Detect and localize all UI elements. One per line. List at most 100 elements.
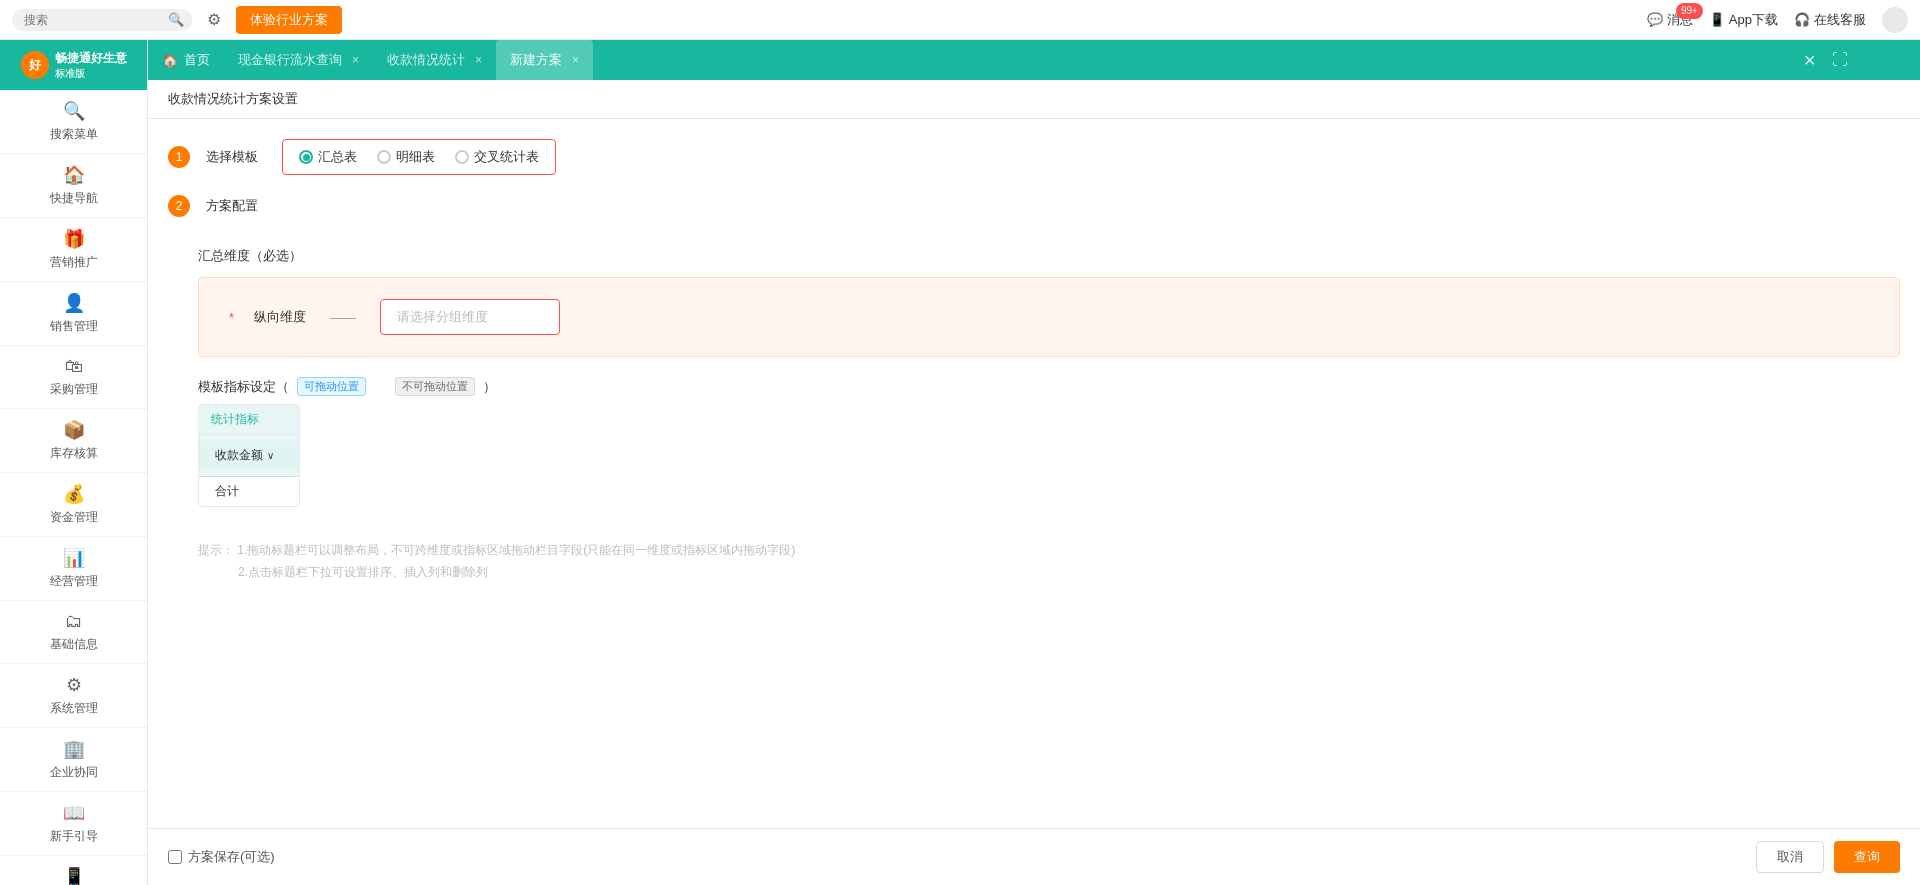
tab-home[interactable]: 🏠 首页 <box>148 40 224 80</box>
non-draggable-badge: 不可拖动位置 <box>395 377 475 396</box>
sidebar-item-label-operations: 经营管理 <box>50 573 98 590</box>
enterprise-collab-icon: 🏢 <box>63 738 85 760</box>
logo-text: 畅捷通好生意 <box>55 50 127 67</box>
chevron-down-icon: ∨ <box>267 450 274 461</box>
quick-nav-icon: 🏠 <box>63 164 85 186</box>
tab-collection-stat[interactable]: 收款情况统计 × <box>373 40 496 80</box>
step2-header-row: 2 方案配置 <box>168 195 1900 217</box>
notification-item[interactable]: 💬 消息 99+ <box>1647 11 1693 29</box>
tab-close-all-btn[interactable]: ✕ <box>1799 47 1820 74</box>
sidebar-item-label-system: 系统管理 <box>50 700 98 717</box>
sidebar-item-label-enterprise-collab: 企业协同 <box>50 764 98 781</box>
footer-save-section: 方案保存(可选) <box>168 848 275 866</box>
sidebar-item-quick-nav[interactable]: 🏠 快捷导航 <box>0 154 147 218</box>
sidebar-item-purchase[interactable]: 🛍 采购管理 <box>0 346 147 409</box>
query-button[interactable]: 查询 <box>1834 841 1900 873</box>
dimension-section-title: 汇总维度（必选） <box>198 247 1900 265</box>
sidebar-item-label-basic-info: 基础信息 <box>50 636 98 653</box>
radio-cross-circle <box>455 150 469 164</box>
download-label: App下载 <box>1729 11 1778 29</box>
save-checkbox[interactable] <box>168 850 182 864</box>
operations-icon: 📊 <box>63 547 85 569</box>
trial-btn[interactable]: 体验行业方案 <box>236 6 342 34</box>
content-area: 收款情况统计方案设置 1 选择模板 汇总表 <box>148 80 1920 885</box>
sidebar-item-label-quick-nav: 快捷导航 <box>50 190 98 207</box>
metrics-title: 模板指标设定（ <box>198 378 289 396</box>
dimension-input-box[interactable]: 请选择分组维度 <box>380 299 560 335</box>
dimension-label: 纵向维度 <box>254 308 306 326</box>
sidebar-item-enterprise-collab[interactable]: 🏢 企业协同 <box>0 728 147 792</box>
app-layout: 好 畅捷通好生意 标准版 🔍 搜索菜单 🏠 快捷导航 🎁 营销推广 👤 销售管理… <box>0 40 1920 885</box>
cancel-button[interactable]: 取消 <box>1756 841 1824 873</box>
search-input[interactable] <box>24 13 162 27</box>
metrics-col-item-amount[interactable]: 收款金额 ∨ <box>199 441 299 470</box>
template-select-box: 汇总表 明细表 交叉统计表 <box>282 139 556 175</box>
tab-expand-btn[interactable]: ⛶ <box>1828 47 1852 74</box>
download-item[interactable]: 📱 App下载 <box>1709 11 1778 29</box>
step1-label: 选择模板 <box>206 148 258 166</box>
tab-bank-flow-close[interactable]: × <box>352 53 359 67</box>
sidebar-item-sales[interactable]: 👤 销售管理 <box>0 282 147 346</box>
tab-new-plan-close[interactable]: × <box>572 53 579 67</box>
user-avatar <box>1882 7 1908 33</box>
tab-home-label: 首页 <box>184 51 210 69</box>
tab-collection-stat-label: 收款情况统计 <box>387 51 465 69</box>
metrics-group-header: 统计指标 <box>199 405 299 435</box>
purchase-icon: 🛍 <box>65 356 83 377</box>
metrics-title-suffix: ） <box>483 378 496 396</box>
sidebar-item-basic-info[interactable]: 🗂 基础信息 <box>0 601 147 664</box>
marketing-icon: 🎁 <box>63 228 85 250</box>
dimension-box: * 纵向维度 —— 请选择分组维度 <box>198 277 1900 357</box>
metrics-col-header: 收款金额 ∨ <box>199 435 299 477</box>
radio-summary-label: 汇总表 <box>318 148 357 166</box>
radio-summary[interactable]: 汇总表 <box>299 148 357 166</box>
metrics-table-area: 统计指标 收款金额 ∨ 合计 <box>198 404 300 507</box>
notification-icon: 💬 <box>1647 12 1663 27</box>
save-checkbox-label: 方案保存(可选) <box>188 848 275 866</box>
user-item[interactable] <box>1882 7 1908 33</box>
dimension-placeholder: 请选择分组维度 <box>397 309 488 324</box>
sidebar-item-search-menu[interactable]: 🔍 搜索菜单 <box>0 90 147 154</box>
search-box[interactable]: 🔍 <box>12 9 192 31</box>
radio-detail-label: 明细表 <box>396 148 435 166</box>
logo-sub: 标准版 <box>55 67 127 81</box>
step2-inner: 汇总维度（必选） * 纵向维度 —— 请选择分组维度 <box>168 237 1900 603</box>
topbar-right: 💬 消息 99+ 📱 App下载 🎧 在线客服 <box>1647 7 1908 33</box>
sidebar-item-finance[interactable]: 💰 资金管理 <box>0 473 147 537</box>
sidebar-item-smart-hardware[interactable]: 📱 智能硬件 <box>0 856 147 885</box>
sidebar-item-label-sales: 销售管理 <box>50 318 98 335</box>
sidebar-item-marketing[interactable]: 🎁 营销推广 <box>0 218 147 282</box>
sidebar-item-newbie-guide[interactable]: 📖 新手引导 <box>0 792 147 856</box>
notification-badge: 99+ <box>1676 3 1703 19</box>
hint-text-1: 提示： 1.拖动标题栏可以调整布局，不可跨维度或指标区域拖动栏目字段(只能在同一… <box>198 540 1900 562</box>
radio-cross-label: 交叉统计表 <box>474 148 539 166</box>
sales-icon: 👤 <box>63 292 85 314</box>
logo-icon: 好 <box>21 51 49 79</box>
sidebar-item-label-search-menu: 搜索菜单 <box>50 126 98 143</box>
metrics-data-cell-total: 合计 <box>199 477 299 506</box>
system-icon: ⚙ <box>66 674 82 696</box>
gear-button[interactable]: ⚙ <box>200 6 228 34</box>
sidebar-item-operations[interactable]: 📊 经营管理 <box>0 537 147 601</box>
sidebar-logo: 好 畅捷通好生意 标准版 <box>0 40 147 90</box>
metrics-section: 模板指标设定（ 可拖动位置 不可拖动位置 ） 统计指标 <box>198 377 1900 510</box>
service-item[interactable]: 🎧 在线客服 <box>1794 11 1866 29</box>
search-menu-icon: 🔍 <box>63 100 85 122</box>
logo-text-wrap: 畅捷通好生意 标准版 <box>55 50 127 81</box>
tab-new-plan-label: 新建方案 <box>510 51 562 69</box>
sidebar-item-inventory[interactable]: 📦 库存核算 <box>0 409 147 473</box>
metrics-data-row: 合计 <box>199 477 299 506</box>
radio-detail[interactable]: 明细表 <box>377 148 435 166</box>
home-icon: 🏠 <box>162 53 178 68</box>
metrics-col-amount-label: 收款金额 <box>215 447 263 464</box>
sidebar-item-system[interactable]: ⚙ 系统管理 <box>0 664 147 728</box>
tab-new-plan[interactable]: 新建方案 × <box>496 40 593 80</box>
radio-cross[interactable]: 交叉统计表 <box>455 148 539 166</box>
tab-collection-stat-close[interactable]: × <box>475 53 482 67</box>
sidebar: 好 畅捷通好生意 标准版 🔍 搜索菜单 🏠 快捷导航 🎁 营销推广 👤 销售管理… <box>0 40 148 885</box>
page-header: 收款情况统计方案设置 <box>148 80 1920 119</box>
tab-bank-flow-label: 现金银行流水查询 <box>238 51 342 69</box>
newbie-guide-icon: 📖 <box>63 802 85 824</box>
tab-bank-flow[interactable]: 现金银行流水查询 × <box>224 40 373 80</box>
sidebar-item-label-inventory: 库存核算 <box>50 445 98 462</box>
